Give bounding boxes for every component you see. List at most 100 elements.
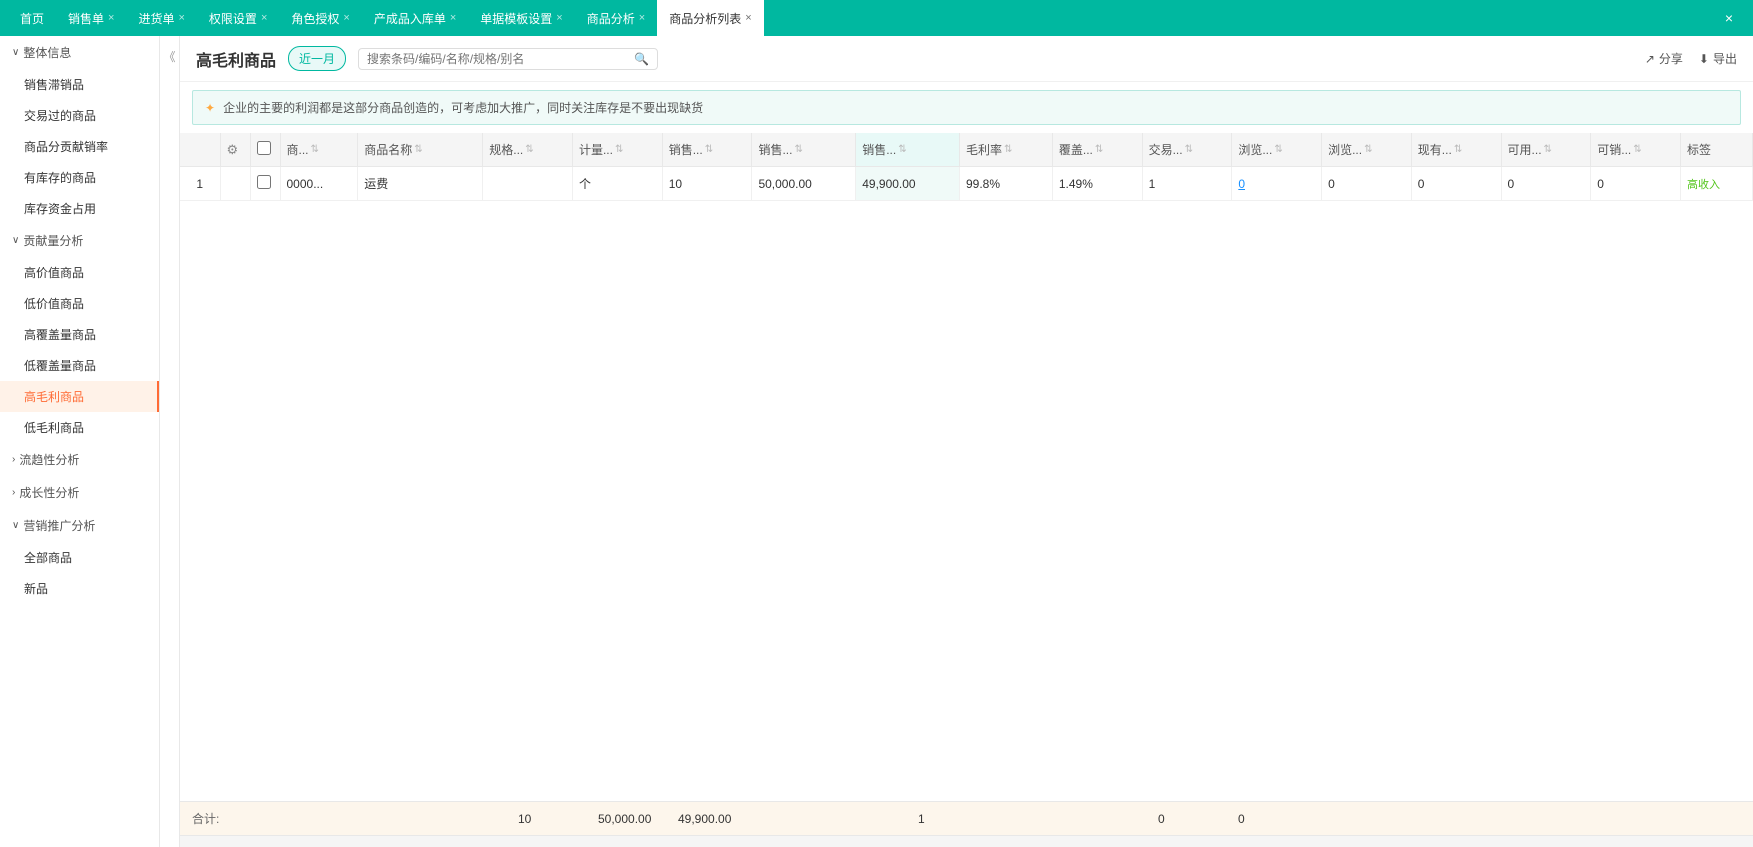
main-layout: ∨ 整体信息 销售滞销品 交易过的商品 商品分贡献销率 有库存的商品 库存资金占… [0,36,1753,847]
growth-arrow-icon: › [12,487,15,498]
close-role-tab[interactable]: × [343,12,349,24]
sort-available-icon[interactable]: ⇅ [1544,144,1552,155]
sort-saleable-icon[interactable]: ⇅ [1633,144,1641,155]
sidebar-collapse-button[interactable]: 《 [160,36,180,847]
col-header-sales-amount[interactable]: 销售... ⇅ [752,133,856,167]
sidebar-section-growth[interactable]: › 成长性分析 [0,476,159,509]
sidebar-section-flow[interactable]: › 流趋性分析 [0,443,159,476]
sort-browse2-icon[interactable]: ⇅ [1364,144,1372,155]
sidebar-item-traded[interactable]: 交易过的商品 [0,100,159,131]
search-input[interactable] [367,52,634,66]
close-product-tab[interactable]: × [450,12,456,24]
cell-sales-profit: 49,900.00 [856,167,960,201]
search-icon[interactable]: 🔍 [634,52,649,66]
nav-role-auth[interactable]: 角色授权 × [279,0,361,36]
col-header-checkbox[interactable] [250,133,280,167]
sidebar-item-contribution-rate[interactable]: 商品分贡献销率 [0,131,159,162]
sort-coverage-icon[interactable]: ⇅ [1095,144,1103,155]
col-header-available-stock[interactable]: 可用... ⇅ [1501,133,1591,167]
sort-current-stock-icon[interactable]: ⇅ [1454,144,1462,155]
sort-unit-icon[interactable]: ⇅ [615,144,623,155]
sidebar-item-low-margin[interactable]: 低毛利商品 [0,412,159,443]
col-header-saleable-stock[interactable]: 可销... ⇅ [1591,133,1681,167]
col-header-current-stock[interactable]: 现有... ⇅ [1411,133,1501,167]
sidebar-item-high-value[interactable]: 高价值商品 [0,257,159,288]
horizontal-scrollbar[interactable] [180,835,1753,847]
sidebar: ∨ 整体信息 销售滞销品 交易过的商品 商品分贡献销率 有库存的商品 库存资金占… [0,36,160,847]
cell-checkbox[interactable] [250,167,280,201]
close-template-tab[interactable]: × [556,12,562,24]
col-header-transaction[interactable]: 交易... ⇅ [1142,133,1232,167]
sidebar-item-in-stock[interactable]: 有库存的商品 [0,162,159,193]
export-button[interactable]: ⬇ 导出 [1699,50,1737,67]
overall-arrow-icon: ∨ [12,47,19,58]
col-header-name[interactable]: 商品名称 ⇅ [358,133,483,167]
cell-sales-qty: 10 [662,167,752,201]
sidebar-item-stock-capital[interactable]: 库存资金占用 [0,193,159,224]
close-analysis-tab[interactable]: × [639,12,645,24]
sidebar-item-slow-sales[interactable]: 销售滞销品 [0,69,159,100]
data-table: ⚙ 商... ⇅ 商品名称 [180,133,1753,201]
cell-saleable-stock: 0 [1591,167,1681,201]
nav-sales[interactable]: 销售单 × [56,0,126,36]
nav-product-analysis[interactable]: 商品分析 × [575,0,657,36]
flow-arrow-icon: › [12,454,15,465]
sidebar-item-all-products[interactable]: 全部商品 [0,542,159,573]
col-header-gear[interactable]: ⚙ [220,133,250,167]
sort-transaction-icon[interactable]: ⇅ [1185,144,1193,155]
sidebar-item-high-margin[interactable]: 高毛利商品 [0,381,159,412]
tag-label: 高收入 [1687,179,1720,191]
col-header-code[interactable]: 商... ⇅ [280,133,358,167]
gear-icon[interactable]: ⚙ [227,142,239,157]
col-header-sales-profit[interactable]: 销售... ⇅ [856,133,960,167]
cell-coverage: 1.49% [1052,167,1142,201]
search-box: 🔍 [358,48,658,70]
col-header-unit[interactable]: 计量... ⇅ [572,133,662,167]
sidebar-item-low-coverage[interactable]: 低覆盖量商品 [0,350,159,381]
sidebar-item-new-products[interactable]: 新品 [0,573,159,604]
col-header-coverage[interactable]: 覆盖... ⇅ [1052,133,1142,167]
sort-sales-qty-icon[interactable]: ⇅ [705,144,713,155]
col-header-gross-margin[interactable]: 毛利率 ⇅ [960,133,1053,167]
nav-home[interactable]: 首页 [8,0,56,36]
cell-browse1[interactable]: 0 [1232,167,1322,201]
nav-purchase[interactable]: 进货单 × [126,0,196,36]
sidebar-item-high-coverage[interactable]: 高覆盖量商品 [0,319,159,350]
nav-permissions[interactable]: 权限设置 × [197,0,279,36]
col-header-browse1[interactable]: 浏览... ⇅ [1232,133,1322,167]
close-purchase-tab[interactable]: × [178,12,184,24]
sidebar-section-marketing[interactable]: ∨ 营销推广分析 [0,509,159,542]
sidebar-item-low-value[interactable]: 低价值商品 [0,288,159,319]
cell-code: 0000... [280,167,358,201]
cell-available-stock: 0 [1501,167,1591,201]
footer-total: 合计: 10 50,000.00 49,900.00 1 0 0 [180,801,1753,835]
close-sales-tab[interactable]: × [108,12,114,24]
sort-margin-icon[interactable]: ⇅ [1004,144,1012,155]
footer-label: 合计: [192,810,312,827]
sort-spec-icon[interactable]: ⇅ [525,144,533,155]
nav-analysis-list[interactable]: 商品分析列表 × [657,0,763,36]
row-checkbox[interactable] [257,175,271,189]
close-permissions-tab[interactable]: × [261,12,267,24]
col-header-tag: 标签 [1681,133,1753,167]
nav-product-inbound[interactable]: 产成品入库单 × [362,0,468,36]
filter-month-button[interactable]: 近一月 [288,46,346,71]
sort-code-icon[interactable]: ⇅ [311,144,319,155]
cell-browse2: 0 [1322,167,1412,201]
sidebar-section-contribution[interactable]: ∨ 贡献量分析 [0,224,159,257]
window-close-button[interactable]: × [1713,10,1745,26]
col-header-spec[interactable]: 规格... ⇅ [483,133,573,167]
close-analysis-list-tab[interactable]: × [745,12,751,24]
nav-template[interactable]: 单据模板设置 × [468,0,574,36]
sidebar-section-overall[interactable]: ∨ 整体信息 [0,36,159,69]
share-button[interactable]: ↗ 分享 [1645,50,1683,67]
col-header-sales-qty[interactable]: 销售... ⇅ [662,133,752,167]
sort-sales-profit-icon[interactable]: ⇅ [898,144,906,155]
sort-sales-amount-icon[interactable]: ⇅ [794,144,802,155]
top-nav: 首页 销售单 × 进货单 × 权限设置 × 角色授权 × 产成品入库单 × 单据… [0,0,1753,36]
col-header-browse2[interactable]: 浏览... ⇅ [1322,133,1412,167]
sort-browse1-icon[interactable]: ⇅ [1274,144,1282,155]
table-container[interactable]: ⚙ 商... ⇅ 商品名称 [180,133,1753,801]
select-all-checkbox[interactable] [257,141,271,155]
sort-name-icon[interactable]: ⇅ [414,144,422,155]
